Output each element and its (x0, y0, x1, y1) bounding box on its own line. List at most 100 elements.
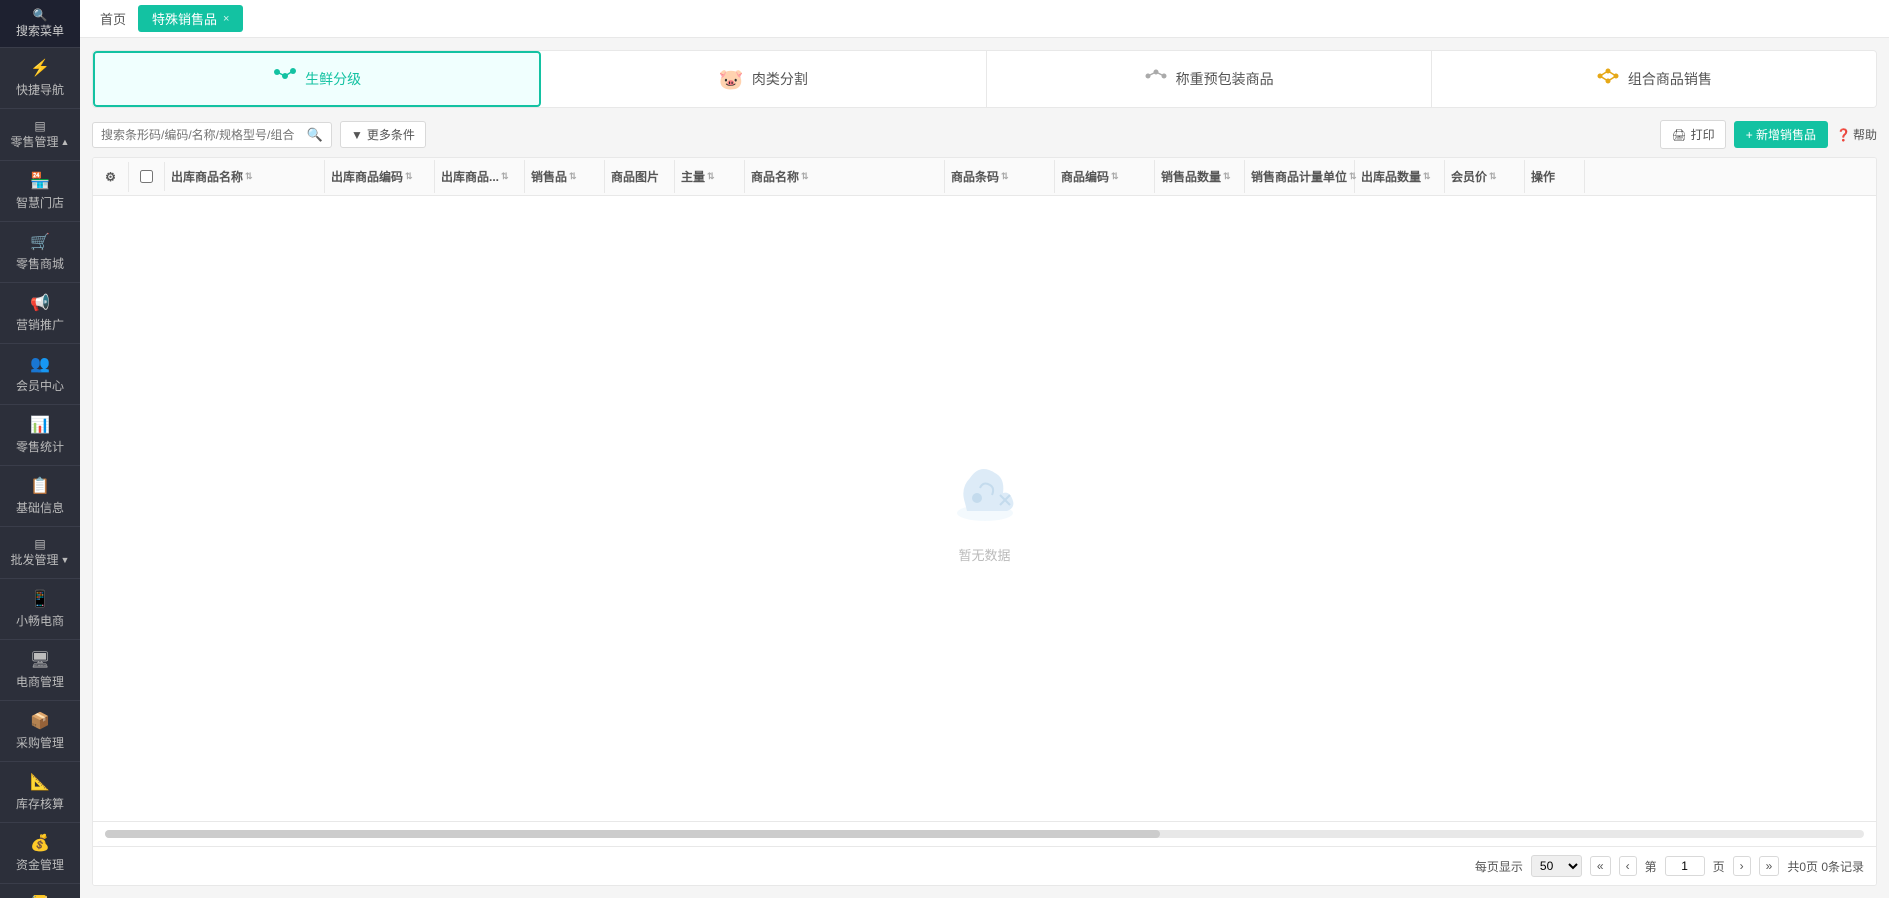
th-goods-code[interactable]: 商品编码 ⇅ (1055, 160, 1155, 193)
inventory-icon: 📐 (30, 772, 50, 792)
help-label: 帮助 (1853, 126, 1877, 143)
empty-illustration (945, 453, 1025, 533)
sidebar-item-smart-store[interactable]: 🏪 智慧门店 (0, 161, 80, 222)
th-checkbox[interactable] (129, 162, 165, 191)
content-area: 生鲜分级 🐷 肉类分割 称重预包装商品 (80, 38, 1889, 898)
th-out-name[interactable]: 出库商品名称 ⇅ (165, 160, 325, 193)
col-label: 出库品数量 (1361, 168, 1421, 185)
sidebar-item-label: 智慧门店 (16, 194, 64, 211)
cat-tab-label: 组合商品销售 (1628, 69, 1712, 89)
print-button[interactable]: 🖨 打印 (1660, 120, 1725, 149)
sidebar-item-finance-mgmt[interactable]: 💰 资金管理 (0, 823, 80, 884)
th-gear[interactable]: ⚙ (93, 162, 129, 192)
th-operation: 操作 (1525, 160, 1585, 193)
sidebar-item-retail-mall[interactable]: 🛒 零售商城 (0, 222, 80, 283)
page-number-input[interactable] (1665, 856, 1705, 876)
quick-nav-icon: ⚡ (30, 58, 50, 78)
sidebar-search[interactable]: 🔍 搜索菜单 (0, 0, 80, 48)
th-barcode[interactable]: 商品条码 ⇅ (945, 160, 1055, 193)
cat-tab-combo-sales[interactable]: 组合商品销售 (1432, 51, 1876, 107)
search-icon: 🔍 (307, 127, 323, 143)
retail-stats-icon: 📊 (30, 415, 50, 435)
print-icon: 🖨 (1671, 128, 1686, 142)
sort-icon: ⇅ (1111, 171, 1119, 182)
col-label: 销售品数量 (1161, 168, 1221, 185)
last-page-button[interactable]: » (1759, 856, 1780, 876)
sidebar-item-label: 批发管理 (11, 551, 59, 568)
sidebar-item-member-center[interactable]: 👥 会员中心 (0, 344, 80, 405)
sort-icon: ⇅ (1489, 171, 1497, 182)
sidebar-item-purchase-mgmt[interactable]: 📦 采购管理 (0, 701, 80, 762)
close-icon[interactable]: × (223, 13, 229, 25)
page-size-select[interactable]: 50 100 200 (1531, 855, 1582, 877)
empty-state: 暂无数据 (93, 196, 1876, 821)
toolbar-right: 🖨 打印 + 新增销售品 ❓ 帮助 (1660, 120, 1877, 149)
category-tabs: 生鲜分级 🐷 肉类分割 称重预包装商品 (92, 50, 1877, 108)
purchase-mgmt-icon: 📦 (30, 711, 50, 731)
th-goods-name[interactable]: 商品名称 ⇅ (745, 160, 945, 193)
cat-tab-meat-cut[interactable]: 🐷 肉类分割 (541, 51, 986, 107)
th-goods-img[interactable]: 商品图片 (605, 160, 675, 193)
th-sale-goods[interactable]: 销售品 ⇅ (525, 160, 605, 193)
sidebar-item-ecom-mgmt[interactable]: 🖥 电商管理 (0, 640, 80, 701)
th-out-code[interactable]: 出库商品编码 ⇅ (325, 160, 435, 193)
filter-button[interactable]: ▼ 更多条件 (340, 121, 426, 148)
sidebar-item-label: 采购管理 (16, 734, 64, 751)
header-tabs: 首页 特殊销售品 × (80, 0, 1889, 38)
th-out-qty[interactable]: 出库品数量 ⇅ (1355, 160, 1445, 193)
sort-icon: ⇅ (569, 171, 577, 182)
sidebar-item-inventory[interactable]: 📐 库存核算 (0, 762, 80, 823)
sidebar-item-sales-promo[interactable]: 📢 营销推广 (0, 283, 80, 344)
page-size-label: 每页显示 (1475, 858, 1523, 875)
tab-special-sales[interactable]: 特殊销售品 × (138, 5, 243, 32)
retail-mall-icon: 🛒 (30, 232, 50, 252)
filter-icon: ▼ (351, 128, 363, 142)
th-out-spec[interactable]: 出库商品... ⇅ (435, 160, 525, 193)
sidebar-item-label: 零售管理 (11, 133, 59, 150)
col-label: 操作 (1531, 168, 1555, 185)
page-suffix: 页 (1713, 858, 1725, 875)
ecom-mgmt-icon: 🖥 (30, 650, 50, 670)
col-label: 商品条码 (951, 168, 999, 185)
search-input[interactable] (101, 128, 307, 142)
sidebar-item-base-info[interactable]: 📋 基础信息 (0, 466, 80, 527)
sidebar-item-label: 基础信息 (16, 499, 64, 516)
prev-page-button[interactable]: ‹ (1619, 856, 1637, 876)
scroll-thumb[interactable] (105, 830, 1160, 838)
help-button[interactable]: ❓ 帮助 (1836, 126, 1877, 143)
tab-home[interactable]: 首页 (92, 9, 134, 28)
sidebar-item-wholesale-mgmt[interactable]: ▤ 批发管理 ▼ (0, 527, 80, 579)
horizontal-scrollbar-area (93, 821, 1876, 846)
sidebar-item-label: 营销推广 (16, 316, 64, 333)
th-sale-unit[interactable]: 销售商品计量单位 ⇅ (1245, 160, 1355, 193)
sidebar-item-general-ledger[interactable]: 📒 总账管理 (0, 884, 80, 898)
th-member-price[interactable]: 会员价 ⇅ (1445, 160, 1525, 193)
select-all-checkbox[interactable] (140, 170, 153, 183)
sort-icon: ⇅ (405, 171, 413, 182)
sort-icon: ⇅ (245, 171, 253, 182)
sort-icon: ⇅ (707, 171, 715, 182)
sidebar-item-quick-nav[interactable]: ⚡ 快捷导航 (0, 48, 80, 109)
gear-icon: ⚙ (105, 170, 116, 184)
th-sale-qty[interactable]: 销售品数量 ⇅ (1155, 160, 1245, 193)
cat-tab-fresh-grade[interactable]: 生鲜分级 (93, 51, 541, 107)
search-box[interactable]: 🔍 (92, 122, 332, 148)
cat-tab-weight-pack[interactable]: 称重预包装商品 (987, 51, 1432, 107)
first-page-button[interactable]: « (1590, 856, 1611, 876)
toolbar: 🔍 ▼ 更多条件 🖨 打印 + 新增销售品 ❓ 帮助 (92, 120, 1877, 149)
sort-icon: ⇅ (1223, 171, 1231, 182)
col-label: 主量 (681, 168, 705, 185)
sidebar-item-label: 电商管理 (16, 673, 64, 690)
sidebar-item-retail-mgmt[interactable]: ▤ 零售管理 ▲ (0, 109, 80, 161)
cat-tab-label: 生鲜分级 (305, 69, 361, 89)
col-label: 商品名称 (751, 168, 799, 185)
sidebar-item-retail-stats[interactable]: 📊 零售统计 (0, 405, 80, 466)
add-sales-item-button[interactable]: + 新增销售品 (1734, 121, 1828, 148)
general-ledger-icon: 📒 (30, 894, 50, 898)
th-weight[interactable]: 主量 ⇅ (675, 160, 745, 193)
horizontal-scrollbar[interactable] (105, 830, 1864, 838)
next-page-button[interactable]: › (1733, 856, 1751, 876)
sidebar-item-mini-ecom[interactable]: 📱 小畅电商 (0, 579, 80, 640)
tab-label: 特殊销售品 (152, 9, 217, 28)
col-label: 会员价 (1451, 168, 1487, 185)
